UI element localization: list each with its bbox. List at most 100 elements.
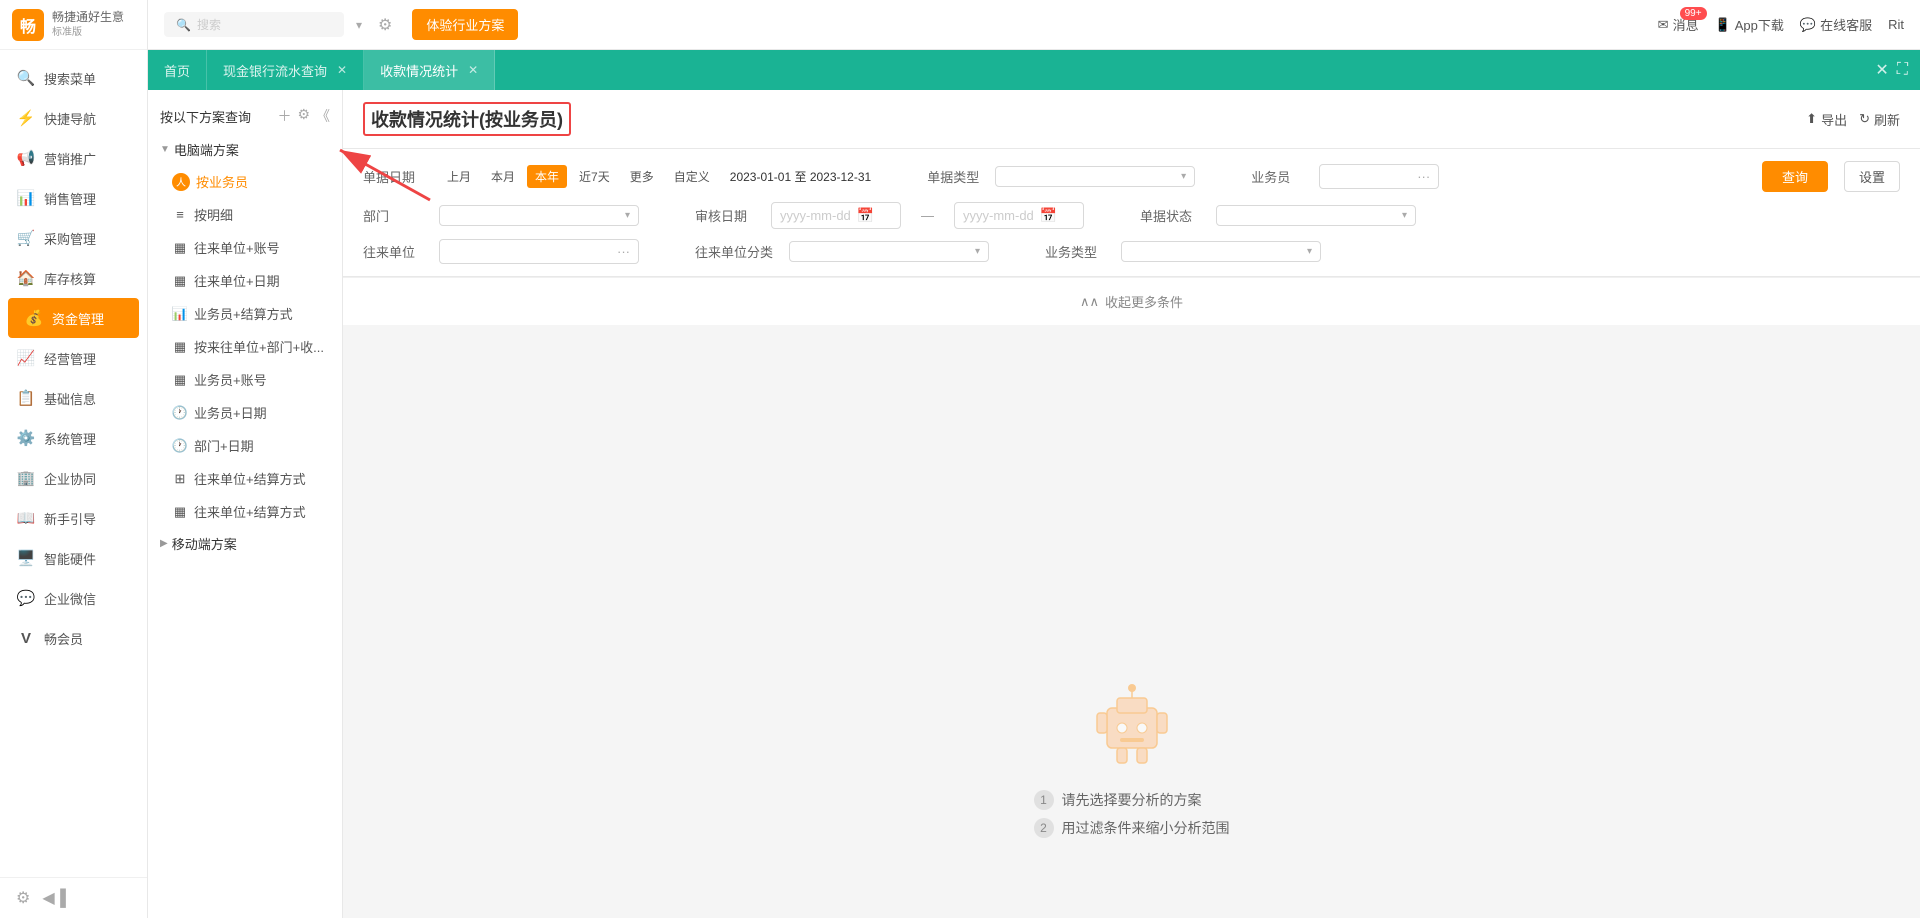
marketing-icon: 📢 xyxy=(16,148,36,168)
export-icon: ⬆ xyxy=(1806,111,1817,127)
tab-bank-flow[interactable]: 现金银行流水查询 ✕ xyxy=(207,50,364,90)
tab-close-all-icon[interactable]: ✕ xyxy=(1875,60,1888,80)
lp-item-salesperson-settle[interactable]: 📊 业务员+结算方式 xyxy=(148,297,342,330)
lp-item-by-salesperson[interactable]: 人 按业务员 xyxy=(148,165,342,198)
message-button[interactable]: ✉ 消息 99+ xyxy=(1658,15,1699,34)
sidebar-item-guide[interactable]: 📖 新手引导 xyxy=(0,498,147,538)
enterprise-icon: 🏢 xyxy=(16,468,36,488)
sidebar-item-sales[interactable]: 📊 销售管理 xyxy=(0,178,147,218)
lp-item-salesperson-account[interactable]: ▦ 业务员+账号 xyxy=(148,363,342,396)
sidebar: 畅 畅捷通好生意 标准版 🔍 搜索菜单 ⚡ 快捷导航 📢 营销推广 📊 销售管理 xyxy=(0,0,148,918)
lp-item-salesperson-date[interactable]: 🕐 业务员+日期 xyxy=(148,396,342,429)
page-header-actions: ⬆ 导出 ↻ 刷新 xyxy=(1806,110,1900,129)
partner-category-select[interactable]: ▾ xyxy=(789,241,989,262)
quick-nav-icon: ⚡ xyxy=(16,108,36,128)
sidebar-item-business[interactable]: 📈 经营管理 xyxy=(0,338,147,378)
left-panel-header-icons: ＋ ⚙ 《 xyxy=(277,106,330,126)
collapse-button[interactable]: ∧∧ 收起更多条件 xyxy=(1072,284,1191,319)
audit-start-input[interactable]: yyyy-mm-dd 📅 xyxy=(771,202,901,229)
salesperson-select[interactable]: ··· xyxy=(1319,164,1439,189)
lp-item-partner-account[interactable]: ▦ 往来单位+账号 xyxy=(148,231,342,264)
sidebar-item-enterprise[interactable]: 🏢 企业协同 xyxy=(0,458,147,498)
sidebar-item-system[interactable]: ⚙️ 系统管理 xyxy=(0,418,147,458)
tab-bank-flow-close[interactable]: ✕ xyxy=(337,63,347,77)
voucher-status-select[interactable]: ▾ xyxy=(1216,205,1416,226)
tab-collection-stat[interactable]: 收款情况统计 ✕ xyxy=(364,50,495,90)
date-tabs: 上月 本月 本年 近7天 更多 自定义 2023-01-01 至 2023-12… xyxy=(439,165,871,188)
lp-item-dept-date[interactable]: 🕐 部门+日期 xyxy=(148,429,342,462)
sidebar-item-quick-nav[interactable]: ⚡ 快捷导航 xyxy=(0,98,147,138)
query-button[interactable]: 查询 xyxy=(1762,161,1828,192)
sidebar-footer: ⚙ ◀▐ xyxy=(0,877,147,918)
date-tab-more[interactable]: 更多 xyxy=(622,165,662,188)
salesperson-label: 业务员 xyxy=(1251,167,1311,186)
content-area: 按以下方案查询 ＋ ⚙ 《 ▼ 电脑端方案 人 xyxy=(148,90,1920,918)
scheme-settings-icon[interactable]: ⚙ xyxy=(297,106,310,126)
main-area: 🔍 搜索 ▾ ⚙ 体验行业方案 ✉ 消息 99+ 📱 App下载 💬 xyxy=(148,0,1920,918)
filter-row-partner: 往来单位 ··· 往来单位分类 ▾ 业务类型 ▾ xyxy=(363,239,1900,264)
sidebar-item-basic-info[interactable]: 📋 基础信息 xyxy=(0,378,147,418)
partner-date-icon: ▦ xyxy=(172,273,188,289)
topbar-search-icon: 🔍 xyxy=(176,18,191,32)
topbar-dropdown-arrow[interactable]: ▾ xyxy=(356,18,362,32)
lp-item-partner-date[interactable]: ▦ 往来单位+日期 xyxy=(148,264,342,297)
sidebar-item-finance[interactable]: 💰 资金管理 xyxy=(8,298,139,338)
sidebar-item-smart-hw[interactable]: 🖥️ 智能硬件 xyxy=(0,538,147,578)
tab-home[interactable]: 首页 xyxy=(148,50,207,90)
refresh-button[interactable]: ↻ 刷新 xyxy=(1859,110,1900,129)
left-panel: 按以下方案查询 ＋ ⚙ 《 ▼ 电脑端方案 人 xyxy=(148,90,343,918)
date-tab-this-year[interactable]: 本年 xyxy=(527,165,567,188)
date-tab-last7[interactable]: 近7天 xyxy=(571,165,618,188)
salesperson-dots[interactable]: ··· xyxy=(1417,169,1430,184)
tab-collection-stat-close[interactable]: ✕ xyxy=(468,63,478,77)
partner-select[interactable]: ··· xyxy=(439,239,639,264)
settings-button[interactable]: 设置 xyxy=(1844,161,1900,192)
collapse-row: ∧∧ 收起更多条件 xyxy=(343,277,1920,325)
user-name[interactable]: Rit xyxy=(1888,17,1904,32)
tabbar: 首页 现金银行流水查询 ✕ 收款情况统计 ✕ ✕ ⛶ xyxy=(148,50,1920,90)
date-tab-last-month[interactable]: 上月 xyxy=(439,165,479,188)
dept-select[interactable]: ▾ xyxy=(439,205,639,226)
lp-item-partner-settle2[interactable]: ▦ 往来单位+结算方式 xyxy=(148,495,342,528)
collapse-sidebar-icon[interactable]: ◀▐ xyxy=(42,888,66,908)
sidebar-item-wechat[interactable]: 💬 企业微信 xyxy=(0,578,147,618)
settings-gear-icon[interactable]: ⚙ xyxy=(16,888,30,908)
salesperson-date-icon: 🕐 xyxy=(172,405,188,421)
sidebar-item-marketing[interactable]: 📢 营销推广 xyxy=(0,138,147,178)
online-service-link[interactable]: 💬 在线客服 xyxy=(1800,15,1872,34)
detail-icon: ≡ xyxy=(172,207,188,223)
system-icon: ⚙️ xyxy=(16,428,36,448)
app-download-icon: 📱 xyxy=(1715,17,1731,33)
business-icon: 📈 xyxy=(16,348,36,368)
topbar-search[interactable]: 🔍 搜索 xyxy=(164,12,344,37)
finance-icon: 💰 xyxy=(24,308,44,328)
mobile-section-header[interactable]: ▶ 移动端方案 xyxy=(148,528,342,559)
sidebar-item-purchase[interactable]: 🛒 采购管理 xyxy=(0,218,147,258)
add-scheme-icon[interactable]: ＋ xyxy=(277,106,291,126)
lp-item-partner-settle1[interactable]: ⊞ 往来单位+结算方式 xyxy=(148,462,342,495)
message-badge: 99+ xyxy=(1680,7,1707,20)
trial-industry-button[interactable]: 体验行业方案 xyxy=(412,9,518,40)
lp-item-by-detail[interactable]: ≡ 按明细 xyxy=(148,198,342,231)
tab-maximize-icon[interactable]: ⛶ xyxy=(1897,61,1908,79)
salesperson-account-icon: ▦ xyxy=(172,372,188,388)
export-button[interactable]: ⬆ 导出 xyxy=(1806,110,1847,129)
sidebar-item-inventory[interactable]: 🏠 库存核算 xyxy=(0,258,147,298)
partner-label: 往来单位 xyxy=(363,242,423,261)
sidebar-item-search-menu[interactable]: 🔍 搜索菜单 xyxy=(0,58,147,98)
desktop-section-header[interactable]: ▼ 电脑端方案 xyxy=(148,134,342,165)
sidebar-nav: 🔍 搜索菜单 ⚡ 快捷导航 📢 营销推广 📊 销售管理 🛒 采购管理 🏠 xyxy=(0,50,147,877)
partner-account-icon: ▦ xyxy=(172,240,188,256)
partner-dots[interactable]: ··· xyxy=(617,244,630,259)
topbar-gear-icon[interactable]: ⚙ xyxy=(378,15,392,35)
filter-row-dept: 部门 ▾ 审核日期 yyyy-mm-dd 📅 — yyyy-mm-dd xyxy=(363,202,1900,229)
voucher-type-select[interactable]: ▾ xyxy=(995,166,1195,187)
sidebar-item-vip[interactable]: V 畅会员 xyxy=(0,618,147,658)
collapse-panel-icon[interactable]: 《 xyxy=(316,106,330,126)
date-tab-custom[interactable]: 自定义 xyxy=(666,165,718,188)
app-download-link[interactable]: 📱 App下载 xyxy=(1715,15,1784,34)
date-tab-this-month[interactable]: 本月 xyxy=(483,165,523,188)
lp-item-partner-dept[interactable]: ▦ 按来往单位+部门+收... xyxy=(148,330,342,363)
business-type-select[interactable]: ▾ xyxy=(1121,241,1321,262)
audit-end-input[interactable]: yyyy-mm-dd 📅 xyxy=(954,202,1084,229)
